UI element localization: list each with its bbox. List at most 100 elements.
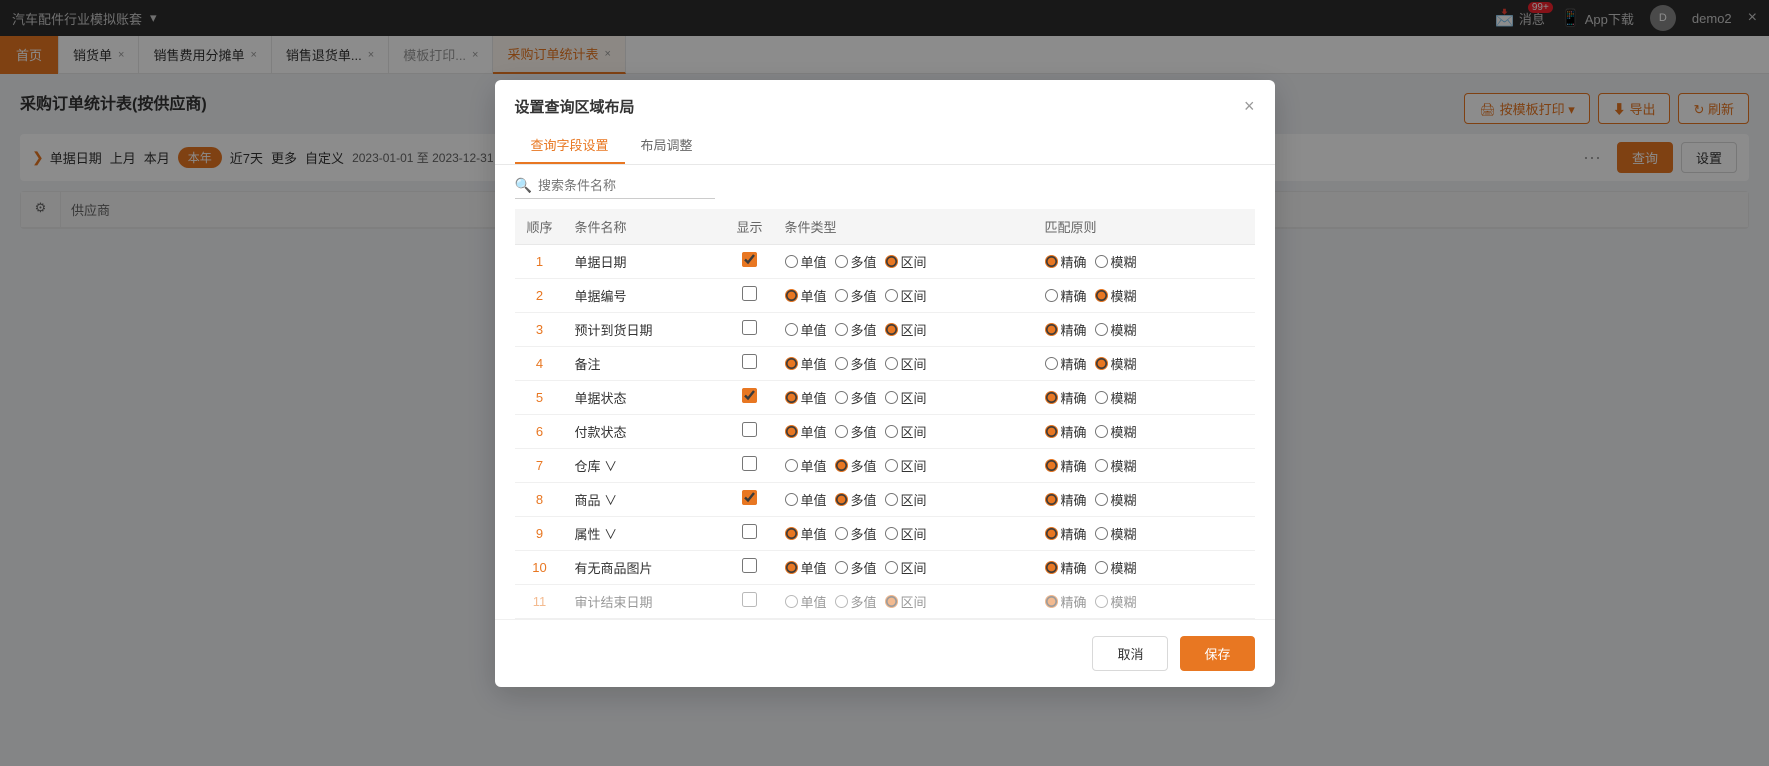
match-exact-radio[interactable]: 精确 [1045,592,1087,611]
modal-close-button[interactable]: × [1244,96,1255,117]
type-single-input[interactable] [785,391,798,404]
type-single-input[interactable] [785,255,798,268]
match-fuzzy-input[interactable] [1095,425,1108,438]
type-range-radio[interactable]: 区间 [885,592,927,611]
type-single-radio[interactable]: 单值 [785,490,827,509]
type-single-input[interactable] [785,527,798,540]
row-display[interactable] [725,550,775,584]
type-range-radio[interactable]: 区间 [885,490,927,509]
match-exact-input[interactable] [1045,561,1058,574]
match-exact-radio[interactable]: 精确 [1045,354,1087,373]
match-exact-input[interactable] [1045,425,1058,438]
type-range-input[interactable] [885,527,898,540]
type-range-radio[interactable]: 区间 [885,422,927,441]
row-display[interactable] [725,380,775,414]
type-range-input[interactable] [885,561,898,574]
type-range-radio[interactable]: 区间 [885,456,927,475]
display-checkbox[interactable] [742,320,757,335]
row-display[interactable] [725,584,775,618]
type-multi-radio[interactable]: 多值 [835,456,877,475]
match-exact-input[interactable] [1045,357,1058,370]
type-multi-radio[interactable]: 多值 [835,388,877,407]
type-range-input[interactable] [885,425,898,438]
type-single-input[interactable] [785,459,798,472]
row-display[interactable] [725,278,775,312]
type-multi-radio[interactable]: 多值 [835,422,877,441]
row-display[interactable] [725,448,775,482]
match-exact-input[interactable] [1045,323,1058,336]
type-single-input[interactable] [785,357,798,370]
match-exact-radio[interactable]: 精确 [1045,286,1087,305]
tab-fields[interactable]: 查询字段设置 [515,127,625,164]
display-checkbox[interactable] [742,558,757,573]
type-single-radio[interactable]: 单值 [785,524,827,543]
type-multi-input[interactable] [835,527,848,540]
type-range-radio[interactable]: 区间 [885,388,927,407]
type-multi-radio[interactable]: 多值 [835,592,877,611]
type-range-input[interactable] [885,323,898,336]
type-multi-input[interactable] [835,459,848,472]
match-exact-input[interactable] [1045,289,1058,302]
type-range-input[interactable] [885,255,898,268]
match-exact-radio[interactable]: 精确 [1045,524,1087,543]
type-single-radio[interactable]: 单值 [785,558,827,577]
match-exact-radio[interactable]: 精确 [1045,558,1087,577]
match-fuzzy-radio[interactable]: 模糊 [1095,286,1137,305]
row-display[interactable] [725,516,775,550]
display-checkbox[interactable] [742,490,757,505]
type-single-radio[interactable]: 单值 [785,354,827,373]
display-checkbox[interactable] [742,592,757,607]
row-display[interactable] [725,244,775,278]
match-exact-input[interactable] [1045,493,1058,506]
match-fuzzy-input[interactable] [1095,357,1108,370]
type-range-input[interactable] [885,459,898,472]
tab-layout[interactable]: 布局调整 [625,127,709,164]
match-fuzzy-input[interactable] [1095,391,1108,404]
type-single-radio[interactable]: 单值 [785,422,827,441]
type-range-input[interactable] [885,357,898,370]
type-range-input[interactable] [885,289,898,302]
match-fuzzy-radio[interactable]: 模糊 [1095,456,1137,475]
match-fuzzy-input[interactable] [1095,289,1108,302]
type-multi-radio[interactable]: 多值 [835,286,877,305]
match-exact-input[interactable] [1045,391,1058,404]
type-multi-radio[interactable]: 多值 [835,354,877,373]
type-single-input[interactable] [785,289,798,302]
type-single-input[interactable] [785,595,798,608]
match-fuzzy-radio[interactable]: 模糊 [1095,422,1137,441]
type-multi-input[interactable] [835,357,848,370]
type-range-input[interactable] [885,391,898,404]
display-checkbox[interactable] [742,422,757,437]
display-checkbox[interactable] [742,252,757,267]
match-exact-radio[interactable]: 精确 [1045,422,1087,441]
type-single-radio[interactable]: 单值 [785,388,827,407]
display-checkbox[interactable] [742,354,757,369]
save-button[interactable]: 保存 [1180,636,1254,671]
match-exact-radio[interactable]: 精确 [1045,252,1087,271]
match-fuzzy-input[interactable] [1095,527,1108,540]
cancel-button[interactable]: 取消 [1092,636,1168,671]
match-exact-radio[interactable]: 精确 [1045,490,1087,509]
display-checkbox[interactable] [742,524,757,539]
type-multi-radio[interactable]: 多值 [835,490,877,509]
display-checkbox[interactable] [742,286,757,301]
match-fuzzy-input[interactable] [1095,459,1108,472]
match-exact-input[interactable] [1045,459,1058,472]
type-multi-radio[interactable]: 多值 [835,320,877,339]
type-single-input[interactable] [785,561,798,574]
match-exact-input[interactable] [1045,595,1058,608]
type-range-radio[interactable]: 区间 [885,354,927,373]
match-fuzzy-radio[interactable]: 模糊 [1095,388,1137,407]
match-fuzzy-input[interactable] [1095,561,1108,574]
search-input[interactable] [538,178,698,193]
type-multi-input[interactable] [835,391,848,404]
row-display[interactable] [725,414,775,448]
type-range-radio[interactable]: 区间 [885,558,927,577]
type-multi-input[interactable] [835,595,848,608]
match-exact-input[interactable] [1045,255,1058,268]
type-range-radio[interactable]: 区间 [885,286,927,305]
type-range-radio[interactable]: 区间 [885,252,927,271]
type-multi-input[interactable] [835,425,848,438]
type-single-radio[interactable]: 单值 [785,286,827,305]
display-checkbox[interactable] [742,388,757,403]
